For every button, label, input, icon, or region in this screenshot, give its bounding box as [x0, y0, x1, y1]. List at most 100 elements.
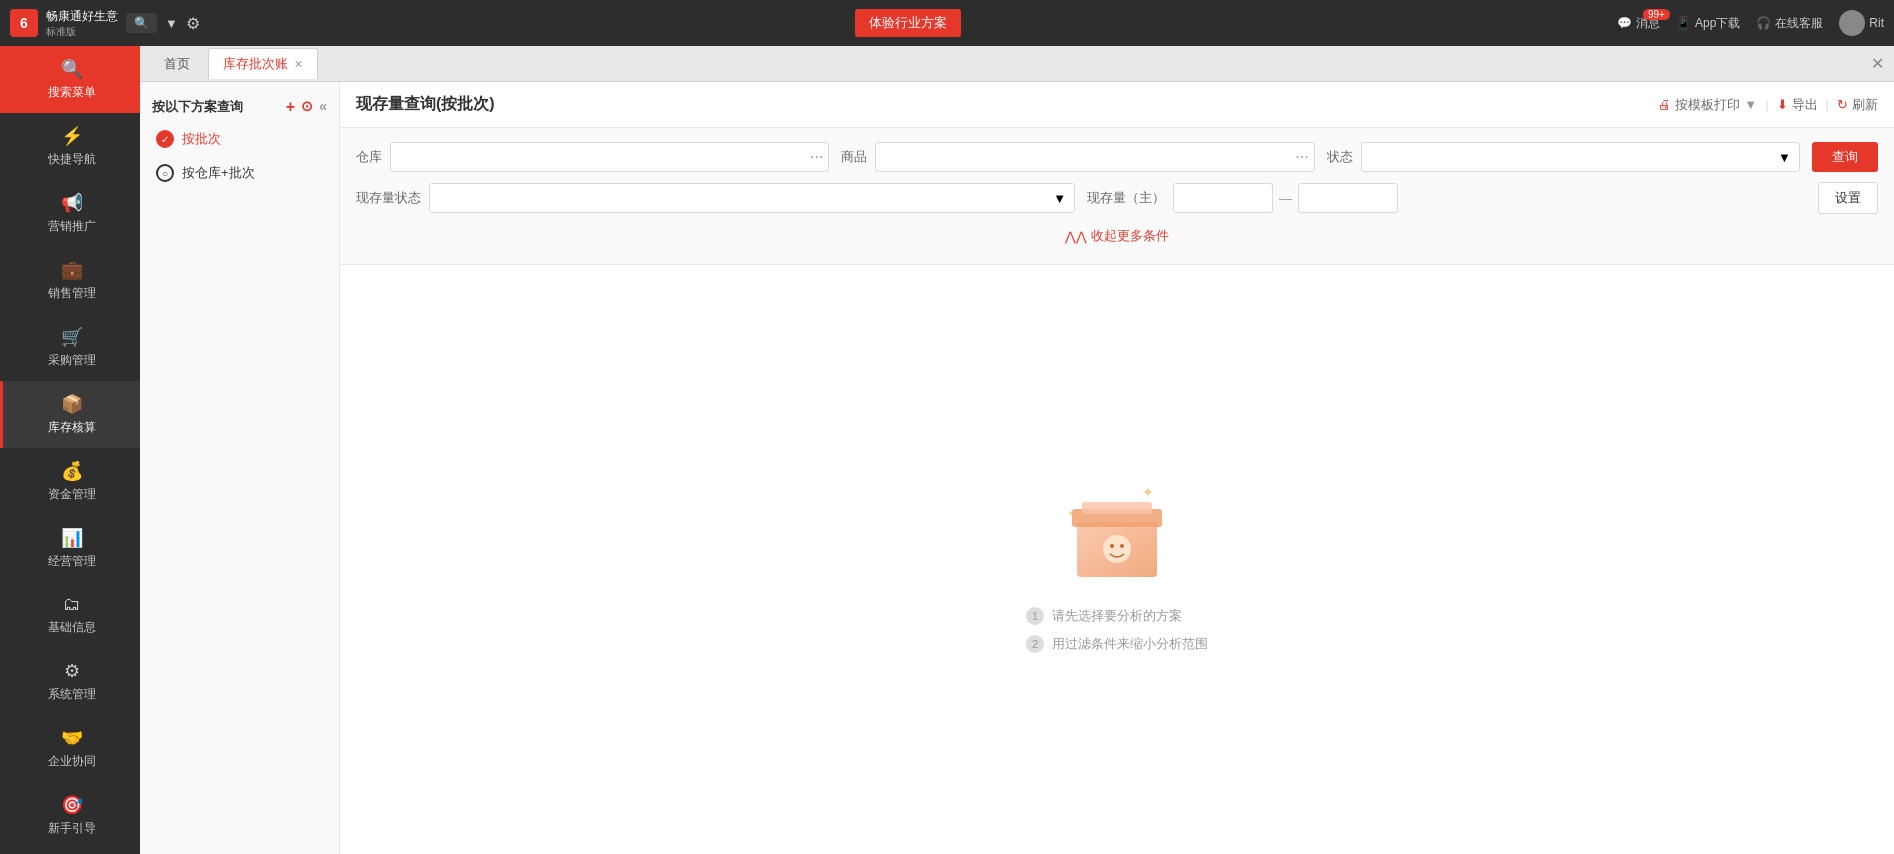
- settings-button[interactable]: 设置: [1818, 182, 1878, 214]
- search-icon: 🔍: [134, 16, 149, 30]
- sidebar-item-basic[interactable]: 🗂基础信息: [0, 582, 140, 648]
- filter-add-icon[interactable]: +: [286, 98, 295, 116]
- empty-state: ✦ ✦ 1 请先选择要分析的方案: [340, 265, 1894, 854]
- filter-item-label-by-batch: 按批次: [182, 130, 221, 148]
- sidebar-icon-search: 🔍: [61, 58, 83, 80]
- sidebar-item-sales[interactable]: 💼销售管理: [0, 247, 140, 314]
- collapse-up-icon: ⋀⋀: [1065, 229, 1087, 244]
- warehouse-input-wrap: ···: [390, 142, 829, 172]
- status-select[interactable]: ▼: [1361, 142, 1800, 172]
- phone-icon: 📱: [1676, 16, 1691, 30]
- tab-inventory-batch-label: 库存批次账: [223, 55, 288, 73]
- query-button[interactable]: 查询: [1812, 142, 1878, 172]
- sidebar-label-inventory: 库存核算: [48, 419, 96, 436]
- empty-illustration: ✦ ✦: [1057, 467, 1177, 587]
- sidebar-label-search: 搜索菜单: [48, 84, 96, 101]
- tab-home[interactable]: 首页: [150, 49, 204, 79]
- sidebar-icon-system: ⚙: [64, 660, 80, 682]
- sidebar-label-purchase: 采购管理: [48, 352, 96, 369]
- sidebar-icon-enterprise: 🤝: [61, 727, 83, 749]
- export-action[interactable]: ⬇ 导出: [1777, 96, 1818, 114]
- stock-qty-max-input[interactable]: [1298, 183, 1398, 213]
- sidebar-label-business: 经营管理: [48, 553, 96, 570]
- empty-hint-2: 2 用过滤条件来缩小分析范围: [1026, 635, 1208, 653]
- sidebar-icon-business: 📊: [61, 527, 83, 549]
- page-content: 按以下方案查询 + ⊙ « ✓按批次○按仓库+批次 现存量查询(按批次): [140, 82, 1894, 854]
- settings-icon[interactable]: ⚙: [186, 14, 200, 33]
- filter-item-icon-by-batch: ✓: [156, 130, 174, 148]
- product-input[interactable]: [875, 142, 1314, 172]
- tab-bar: 首页 库存批次账 ✕ ✕: [140, 46, 1894, 82]
- query-form: 仓库 ··· 商品 ···: [340, 128, 1894, 265]
- filter-item-label-by-warehouse-batch: 按仓库+批次: [182, 164, 255, 182]
- query-row-2: 现存量状态 ▼ 现存量（主） —: [356, 182, 1878, 214]
- brand-name: 畅康通好生意: [46, 8, 118, 25]
- print-dropdown-icon[interactable]: ▼: [1744, 97, 1757, 112]
- sidebar-item-finance[interactable]: 💰资金管理: [0, 448, 140, 515]
- page-header: 现存量查询(按批次) 🖨 按模板打印 ▼ | ⬇ 导出 |: [340, 82, 1894, 128]
- sidebar-item-enterprise[interactable]: 🤝 企业协同: [0, 715, 140, 782]
- sidebar-item-newbie[interactable]: 🎯 新手引导: [0, 782, 140, 849]
- sidebar-item-inventory[interactable]: 📦库存核算: [0, 381, 140, 448]
- sidebar-icon-basic: 🗂: [63, 594, 81, 615]
- online-service-item[interactable]: 🎧 在线客服: [1756, 15, 1823, 32]
- warehouse-dots-icon[interactable]: ···: [810, 148, 823, 166]
- product-field: 商品 ···: [841, 142, 1314, 172]
- main-area: 现存量查询(按批次) 🖨 按模板打印 ▼ | ⬇ 导出 |: [340, 82, 1894, 854]
- filter-panel-title: 按以下方案查询: [152, 98, 243, 116]
- sidebar-icon-sales: 💼: [61, 259, 83, 281]
- sidebar-icon-newbie: 🎯: [61, 794, 83, 816]
- sidebar-item-appstore[interactable]: 🏪应用中心: [0, 849, 140, 854]
- sidebar-item-search[interactable]: 🔍 搜索菜单: [0, 46, 140, 113]
- sidebar-item-business[interactable]: 📊 经营管理: [0, 515, 140, 582]
- status-label: 状态: [1327, 148, 1353, 166]
- collapse-more-button[interactable]: ⋀⋀ 收起更多条件: [1065, 222, 1169, 250]
- experience-button[interactable]: 体验行业方案: [855, 9, 961, 37]
- sidebar-item-system[interactable]: ⚙系统管理: [0, 648, 140, 715]
- panel-close-icon[interactable]: ✕: [1871, 54, 1884, 73]
- filter-item-by-warehouse-batch[interactable]: ○按仓库+批次: [140, 156, 339, 190]
- range-dash: —: [1279, 191, 1292, 206]
- topbar-search[interactable]: 🔍: [126, 13, 157, 33]
- sidebar-item-purchase[interactable]: 🛒采购管理: [0, 314, 140, 381]
- messages-item[interactable]: 💬 消息 99+: [1617, 15, 1660, 32]
- status-dropdown-icon: ▼: [1778, 150, 1791, 165]
- stock-status-dropdown-icon: ▼: [1053, 191, 1066, 206]
- filter-settings-icon[interactable]: ⊙: [301, 98, 313, 116]
- sidebar-item-quick-nav[interactable]: ⚡快捷导航: [0, 113, 140, 180]
- app-download-item[interactable]: 📱 App下载: [1676, 15, 1740, 32]
- tab-close-icon[interactable]: ✕: [294, 58, 303, 71]
- query-row-1: 仓库 ··· 商品 ···: [356, 142, 1878, 172]
- sidebar-label-newbie: 新手引导: [48, 820, 96, 837]
- collapse-more-area: ⋀⋀ 收起更多条件: [356, 222, 1878, 250]
- print-action[interactable]: 🖨 按模板打印 ▼: [1658, 96, 1757, 114]
- filter-item-by-batch[interactable]: ✓ 按批次: [140, 122, 339, 156]
- stock-qty-range: —: [1173, 183, 1398, 213]
- empty-svg: ✦ ✦: [1057, 467, 1177, 587]
- app-logo: 6: [10, 9, 38, 37]
- avatar: [1839, 10, 1865, 36]
- sidebar-label-enterprise: 企业协同: [48, 753, 96, 770]
- warehouse-input[interactable]: [390, 142, 829, 172]
- filter-collapse-icon[interactable]: «: [319, 98, 327, 116]
- dropdown-icon[interactable]: ▼: [165, 16, 178, 31]
- stock-status-field: 现存量状态 ▼: [356, 183, 1075, 213]
- sidebar-item-marketing[interactable]: 📢营销推广: [0, 180, 140, 247]
- filter-panel-icons: + ⊙ «: [286, 98, 327, 116]
- status-field: 状态 ▼: [1327, 142, 1800, 172]
- main-layout: 🔍 搜索菜单 ⚡快捷导航📢营销推广💼销售管理🛒采购管理📦库存核算💰资金管理 📊 经营管理…: [0, 46, 1894, 854]
- page-actions: 🖨 按模板打印 ▼ | ⬇ 导出 | ↻ 刷新: [1658, 96, 1878, 114]
- product-label: 商品: [841, 148, 867, 166]
- stock-status-label: 现存量状态: [356, 189, 421, 207]
- product-input-wrap: ···: [875, 142, 1314, 172]
- stock-status-select[interactable]: ▼: [429, 183, 1075, 213]
- topbar-right: 💬 消息 99+ 📱 App下载 🎧 在线客服 Rit: [1617, 10, 1884, 36]
- topbar-left: 6 畅康通好生意 标准版 🔍 ▼ ⚙: [10, 8, 200, 39]
- user-item[interactable]: Rit: [1839, 10, 1884, 36]
- sidebar-icon-marketing: 📢: [61, 192, 83, 214]
- stock-qty-min-input[interactable]: [1173, 183, 1273, 213]
- product-dots-icon[interactable]: ···: [1295, 148, 1308, 166]
- tab-inventory-batch[interactable]: 库存批次账 ✕: [208, 48, 318, 79]
- svg-text:✦: ✦: [1142, 484, 1154, 500]
- refresh-action[interactable]: ↻ 刷新: [1837, 96, 1878, 114]
